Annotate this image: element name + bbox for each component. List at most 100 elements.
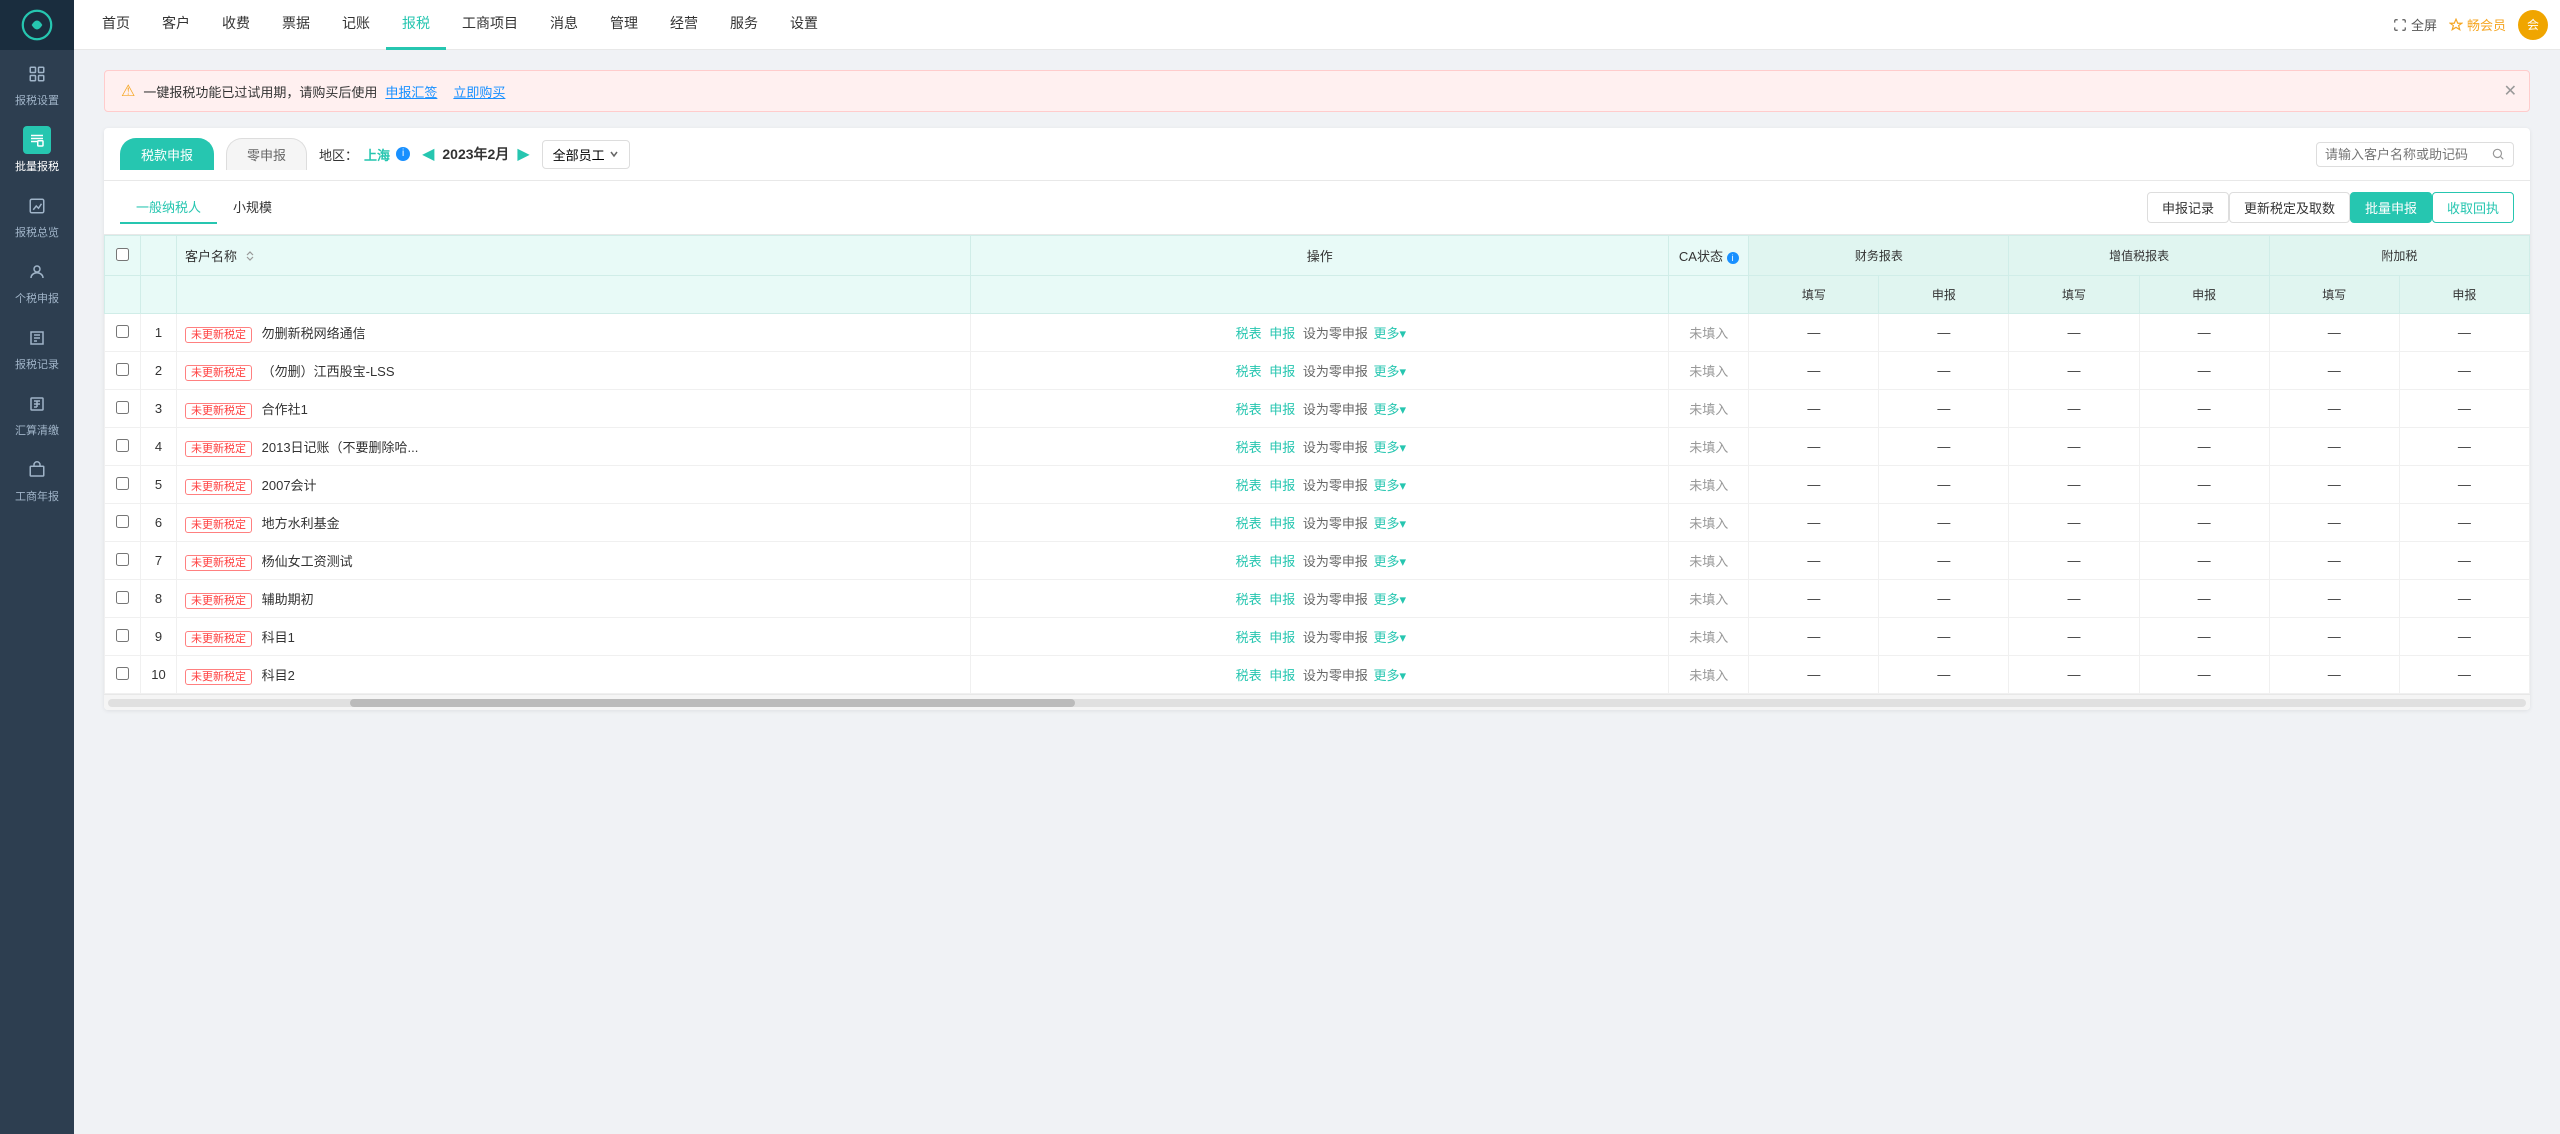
region-info-icon[interactable]: i xyxy=(396,147,410,161)
nav-management[interactable]: 管理 xyxy=(594,0,654,50)
row-checkbox[interactable] xyxy=(105,428,141,466)
op-tax-table[interactable]: 税表 xyxy=(1236,554,1262,569)
client-name-text: 科目1 xyxy=(262,630,295,645)
row-checkbox[interactable] xyxy=(105,352,141,390)
date-next-button[interactable]: ▶ xyxy=(517,144,529,164)
dept-selector[interactable]: 全部员工 xyxy=(542,140,630,169)
op-set-zero[interactable]: 设为零申报 xyxy=(1303,668,1368,683)
nav-message[interactable]: 消息 xyxy=(534,0,594,50)
row-checkbox[interactable] xyxy=(105,580,141,618)
sidebar-item-label: 汇算清缴 xyxy=(15,422,59,438)
select-all-checkbox[interactable] xyxy=(116,248,129,261)
tab-tax-declare[interactable]: 税款申报 xyxy=(120,138,214,170)
op-more[interactable]: 更多▾ xyxy=(1374,554,1407,569)
op-tax-table[interactable]: 税表 xyxy=(1236,364,1262,379)
row-index: 3 xyxy=(141,390,177,428)
nav-accounting[interactable]: 记账 xyxy=(326,0,386,50)
nav-biz-project[interactable]: 工商项目 xyxy=(446,0,534,50)
subtab-small-scale[interactable]: 小规模 xyxy=(217,191,288,224)
op-declare[interactable]: 申报 xyxy=(1269,668,1295,683)
sidebar-item-tax-overview[interactable]: 报税总览 xyxy=(0,182,74,248)
op-set-zero[interactable]: 设为零申报 xyxy=(1303,364,1368,379)
op-more[interactable]: 更多▾ xyxy=(1374,364,1407,379)
sidebar-item-batch-tax[interactable]: 批量报税 xyxy=(0,116,74,182)
nav-client[interactable]: 客户 xyxy=(146,0,206,50)
sidebar-item-personal-tax[interactable]: 个税申报 xyxy=(0,248,74,314)
op-more[interactable]: 更多▾ xyxy=(1374,326,1407,341)
notice-link1[interactable]: 申报汇签 xyxy=(385,82,437,101)
retrieve-button[interactable]: 收取回执 xyxy=(2432,192,2514,223)
op-more[interactable]: 更多▾ xyxy=(1374,402,1407,417)
row-checkbox[interactable] xyxy=(105,542,141,580)
op-set-zero[interactable]: 设为零申报 xyxy=(1303,554,1368,569)
op-tax-table[interactable]: 税表 xyxy=(1236,516,1262,531)
op-set-zero[interactable]: 设为零申报 xyxy=(1303,326,1368,341)
op-declare[interactable]: 申报 xyxy=(1269,592,1295,607)
row-checkbox[interactable] xyxy=(105,504,141,542)
row-checkbox[interactable] xyxy=(105,466,141,504)
scroll-track xyxy=(108,699,2526,707)
sidebar-item-biz-report[interactable]: 工商年报 xyxy=(0,446,74,512)
op-more[interactable]: 更多▾ xyxy=(1374,592,1407,607)
op-tax-table[interactable]: 税表 xyxy=(1236,402,1262,417)
nav-settings[interactable]: 设置 xyxy=(774,0,834,50)
op-set-zero[interactable]: 设为零申报 xyxy=(1303,478,1368,493)
nav-operation[interactable]: 经营 xyxy=(654,0,714,50)
subtab-general-taxpayer[interactable]: 一般纳税人 xyxy=(120,191,217,224)
op-tax-table[interactable]: 税表 xyxy=(1236,592,1262,607)
sidebar-item-tax-settings[interactable]: 报税设置 xyxy=(0,50,74,116)
search-input[interactable] xyxy=(2325,147,2485,162)
report-record-button[interactable]: 申报记录 xyxy=(2147,192,2229,223)
user-avatar[interactable]: 会 xyxy=(2518,10,2548,40)
op-declare[interactable]: 申报 xyxy=(1269,554,1295,569)
date-prev-button[interactable]: ◀ xyxy=(422,144,434,164)
op-tax-table[interactable]: 税表 xyxy=(1236,668,1262,683)
nav-service[interactable]: 服务 xyxy=(714,0,774,50)
op-set-zero[interactable]: 设为零申报 xyxy=(1303,630,1368,645)
nav-invoice[interactable]: 票据 xyxy=(266,0,326,50)
op-more[interactable]: 更多▾ xyxy=(1374,516,1407,531)
row-client-name: 未更新税定 地方水利基金 xyxy=(177,504,971,542)
op-set-zero[interactable]: 设为零申报 xyxy=(1303,402,1368,417)
row-checkbox[interactable] xyxy=(105,314,141,352)
op-declare[interactable]: 申报 xyxy=(1269,402,1295,417)
op-declare[interactable]: 申报 xyxy=(1269,516,1295,531)
ca-status-info-icon[interactable]: i xyxy=(1727,252,1739,264)
nav-billing[interactable]: 收费 xyxy=(206,0,266,50)
nav-tax[interactable]: 报税 xyxy=(386,0,446,50)
op-set-zero[interactable]: 设为零申报 xyxy=(1303,440,1368,455)
op-tax-table[interactable]: 税表 xyxy=(1236,630,1262,645)
op-declare[interactable]: 申报 xyxy=(1269,630,1295,645)
op-set-zero[interactable]: 设为零申报 xyxy=(1303,516,1368,531)
sidebar-item-label: 批量报税 xyxy=(15,158,59,174)
update-quota-button[interactable]: 更新税定及取数 xyxy=(2229,192,2350,223)
op-set-zero[interactable]: 设为零申报 xyxy=(1303,592,1368,607)
row-checkbox[interactable] xyxy=(105,656,141,694)
sidebar-item-calc-clear[interactable]: 汇算清缴 xyxy=(0,380,74,446)
row-checkbox[interactable] xyxy=(105,618,141,656)
horizontal-scrollbar[interactable] xyxy=(104,694,2530,710)
op-more[interactable]: 更多▾ xyxy=(1374,478,1407,493)
op-more[interactable]: 更多▾ xyxy=(1374,668,1407,683)
notice-close-button[interactable]: ✕ xyxy=(2504,81,2517,101)
row-checkbox[interactable] xyxy=(105,390,141,428)
op-more[interactable]: 更多▾ xyxy=(1374,440,1407,455)
nav-home[interactable]: 首页 xyxy=(86,0,146,50)
op-declare[interactable]: 申报 xyxy=(1269,364,1295,379)
op-declare[interactable]: 申报 xyxy=(1269,478,1295,493)
op-tax-table[interactable]: 税表 xyxy=(1236,440,1262,455)
sidebar-item-tax-records[interactable]: 报税记录 xyxy=(0,314,74,380)
fullscreen-button[interactable]: 全屏 xyxy=(2393,15,2437,34)
op-declare[interactable]: 申报 xyxy=(1269,326,1295,341)
op-tax-table[interactable]: 税表 xyxy=(1236,478,1262,493)
op-declare[interactable]: 申报 xyxy=(1269,440,1295,455)
region-selector[interactable]: 地区： 上海 i xyxy=(319,145,410,164)
op-tax-table[interactable]: 税表 xyxy=(1236,326,1262,341)
batch-declare-button[interactable]: 批量申报 xyxy=(2350,192,2432,223)
op-more[interactable]: 更多▾ xyxy=(1374,630,1407,645)
table-row: 7 未更新税定 杨仙女工资测试 税表 申报 设为零申报 更多▾ 未填入 — — … xyxy=(105,542,2530,580)
tab-zero-declare[interactable]: 零申报 xyxy=(226,138,307,170)
search-icon[interactable] xyxy=(2491,147,2505,161)
upgrade-button[interactable]: 畅会员 xyxy=(2449,15,2506,34)
notice-link2[interactable]: 立即购买 xyxy=(453,82,505,101)
